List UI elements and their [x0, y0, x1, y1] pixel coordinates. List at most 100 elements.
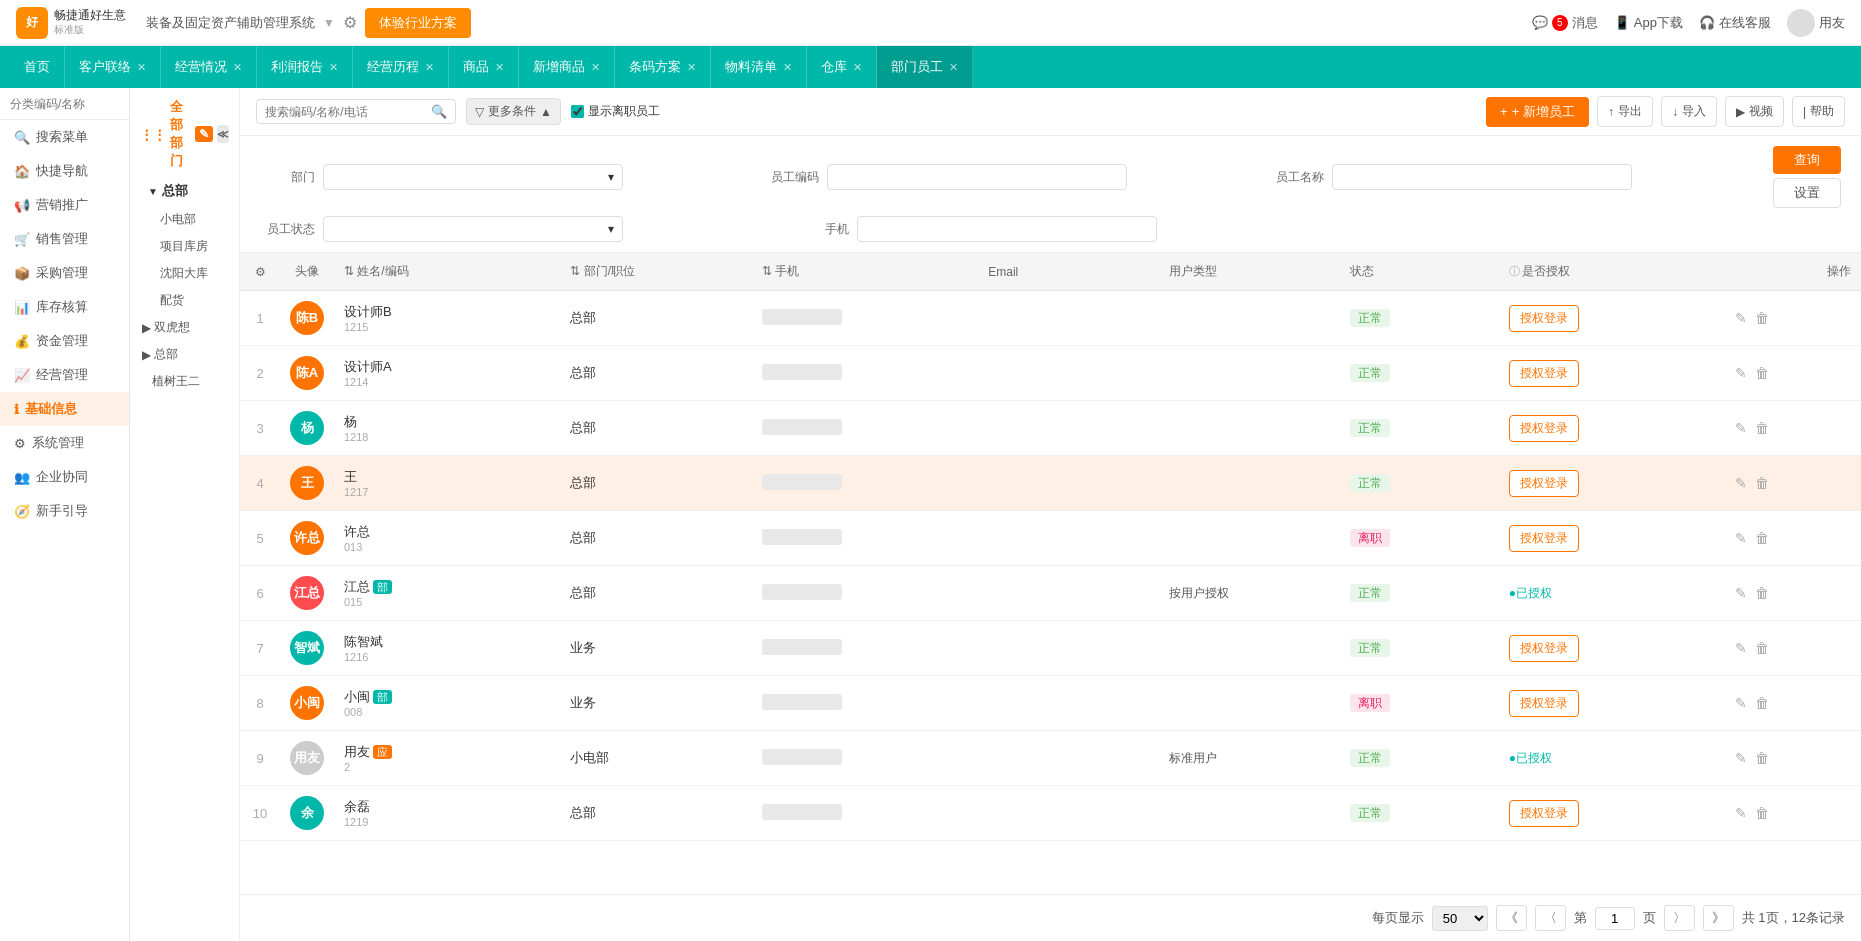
edit-icon[interactable]: ✎ — [1735, 530, 1747, 546]
close-icon[interactable]: ✕ — [495, 61, 504, 74]
dropdown-arrow-icon[interactable]: ▼ — [323, 16, 335, 30]
sidebar-search-input[interactable] — [10, 97, 130, 111]
auth-login-btn[interactable]: 授权登录 — [1509, 690, 1579, 717]
delete-icon[interactable]: 🗑 — [1755, 695, 1769, 711]
delete-icon[interactable]: 🗑 — [1755, 805, 1769, 821]
close-icon[interactable]: ✕ — [591, 61, 600, 74]
dept-node-zongbu[interactable]: ▶ 总部 — [130, 341, 239, 368]
user-area[interactable]: 用友 — [1787, 9, 1845, 37]
delete-icon[interactable]: 🗑 — [1755, 475, 1769, 491]
sidebar-item-purchase[interactable]: 📦采购管理 — [0, 256, 129, 290]
export-btn[interactable]: ↑ 导出 — [1597, 96, 1653, 127]
tab-history[interactable]: 经营历程 ✕ — [353, 46, 449, 88]
dept-child-zhuangshuwang[interactable]: 植树王二 — [130, 368, 239, 395]
auth-login-btn[interactable]: 授权登录 — [1509, 305, 1579, 332]
search-btn[interactable]: 查询 — [1773, 146, 1841, 174]
tab-operations[interactable]: 经营情况 ✕ — [161, 46, 257, 88]
delete-icon[interactable]: 🗑 — [1755, 530, 1769, 546]
more-filters-btn[interactable]: ▽ 更多条件 ▲ — [466, 98, 561, 125]
search-submit-icon[interactable]: 🔍 — [431, 104, 447, 119]
per-page-select[interactable]: 50 100 — [1432, 906, 1488, 931]
delete-icon[interactable]: 🗑 — [1755, 420, 1769, 436]
auth-login-btn[interactable]: 授权登录 — [1509, 525, 1579, 552]
tab-home[interactable]: 首页 — [10, 46, 65, 88]
sidebar-item-collab[interactable]: 👥企业协同 — [0, 460, 129, 494]
emp-code-input[interactable] — [827, 164, 1127, 190]
dept-child-xiaodian[interactable]: 小电部 — [138, 206, 239, 233]
sidebar-item-management[interactable]: 📈经营管理 — [0, 358, 129, 392]
gear-button[interactable]: ⚙ — [343, 13, 357, 32]
col-dept[interactable]: ⇅ 部门/职位 — [560, 253, 752, 291]
edit-icon[interactable]: ✎ — [1735, 585, 1747, 601]
emp-name-input[interactable] — [1332, 164, 1632, 190]
edit-icon[interactable]: ✎ — [1735, 365, 1747, 381]
tab-goods[interactable]: 商品 ✕ — [449, 46, 519, 88]
auth-login-btn[interactable]: 授权登录 — [1509, 360, 1579, 387]
delete-icon[interactable]: 🗑 — [1755, 310, 1769, 326]
col-settings[interactable]: ⚙ — [240, 253, 280, 291]
close-icon[interactable]: ✕ — [329, 61, 338, 74]
delete-icon[interactable]: 🗑 — [1755, 640, 1769, 656]
emp-status-select[interactable]: ▾ — [323, 216, 623, 242]
close-icon[interactable]: ✕ — [949, 61, 958, 74]
dept-child-peihuo[interactable]: 配货 — [138, 287, 239, 314]
last-page-btn[interactable]: 》 — [1703, 905, 1734, 931]
first-page-btn[interactable]: 《 — [1496, 905, 1527, 931]
edit-icon[interactable]: ✎ — [1735, 310, 1747, 326]
sidebar-item-nav[interactable]: 🏠快捷导航 — [0, 154, 129, 188]
sidebar-item-guide[interactable]: 🧭新手引导 — [0, 494, 129, 528]
close-icon[interactable]: ✕ — [853, 61, 862, 74]
tab-barcode[interactable]: 条码方案 ✕ — [615, 46, 711, 88]
edit-dept-icon[interactable]: ✎ — [195, 126, 213, 142]
phone-input[interactable] — [857, 216, 1157, 242]
dept-child-shenyang[interactable]: 沈阳大库 — [138, 260, 239, 287]
delete-icon[interactable]: 🗑 — [1755, 585, 1769, 601]
app-download-btn[interactable]: 📱 App下载 — [1614, 14, 1683, 32]
dept-node-shuanghuxiang[interactable]: ▶ 双虎想 — [130, 314, 239, 341]
close-icon[interactable]: ✕ — [687, 61, 696, 74]
add-employee-btn[interactable]: + + 新增员工 — [1486, 97, 1589, 127]
tab-add-goods[interactable]: 新增商品 ✕ — [519, 46, 615, 88]
import-btn[interactable]: ↓ 导入 — [1661, 96, 1717, 127]
sidebar-item-finance[interactable]: 💰资金管理 — [0, 324, 129, 358]
tab-customers[interactable]: 客户联络 ✕ — [65, 46, 161, 88]
sidebar-item-inventory[interactable]: 📊库存核算 — [0, 290, 129, 324]
edit-icon[interactable]: ✎ — [1735, 420, 1747, 436]
sidebar-item-system[interactable]: ⚙系统管理 — [0, 426, 129, 460]
online-service-btn[interactable]: 🎧 在线客服 — [1699, 14, 1771, 32]
view-btn[interactable]: ▶ 视频 — [1725, 96, 1784, 127]
edit-icon[interactable]: ✎ — [1735, 695, 1747, 711]
auth-login-btn[interactable]: 授权登录 — [1509, 415, 1579, 442]
auth-login-btn[interactable]: 授权登录 — [1509, 800, 1579, 827]
dept-node-head[interactable]: ▼总部 — [138, 176, 239, 206]
sidebar-item-sales[interactable]: 🛒销售管理 — [0, 222, 129, 256]
search-input[interactable] — [265, 105, 427, 119]
tab-profit[interactable]: 利润报告 ✕ — [257, 46, 353, 88]
help-btn[interactable]: | 帮助 — [1792, 96, 1845, 127]
show-resigned-checkbox[interactable] — [571, 105, 584, 118]
dept-child-xiangmu[interactable]: 项目库房 — [138, 233, 239, 260]
close-icon[interactable]: ✕ — [137, 61, 146, 74]
delete-icon[interactable]: 🗑 — [1755, 365, 1769, 381]
dept-select[interactable]: ▾ — [323, 164, 623, 190]
messages-btn[interactable]: 💬 5 消息 — [1532, 14, 1598, 32]
page-input[interactable] — [1595, 907, 1635, 930]
sidebar-item-search[interactable]: 🔍搜索菜单 — [0, 120, 129, 154]
edit-icon[interactable]: ✎ — [1735, 805, 1747, 821]
edit-icon[interactable]: ✎ — [1735, 640, 1747, 656]
edit-icon[interactable]: ✎ — [1735, 750, 1747, 766]
auth-login-btn[interactable]: 授权登录 — [1509, 470, 1579, 497]
auth-login-btn[interactable]: 授权登录 — [1509, 635, 1579, 662]
delete-icon[interactable]: 🗑 — [1755, 750, 1769, 766]
tab-bom[interactable]: 物料清单 ✕ — [711, 46, 807, 88]
collapse-tree-icon[interactable]: ≪ — [217, 125, 229, 143]
tab-employees[interactable]: 部门员工 ✕ — [877, 46, 973, 88]
col-name[interactable]: ⇅ 姓名/编码 — [334, 253, 560, 291]
sidebar-item-basic-info[interactable]: ℹ基础信息 — [0, 392, 129, 426]
prev-page-btn[interactable]: 〈 — [1535, 905, 1566, 931]
dept-all-btn[interactable]: ⋮⋮ 全部部门 ✎ ≪ — [130, 92, 239, 176]
set-btn[interactable]: 设置 — [1773, 178, 1841, 208]
next-page-btn[interactable]: 〉 — [1664, 905, 1695, 931]
close-icon[interactable]: ✕ — [783, 61, 792, 74]
close-icon[interactable]: ✕ — [425, 61, 434, 74]
